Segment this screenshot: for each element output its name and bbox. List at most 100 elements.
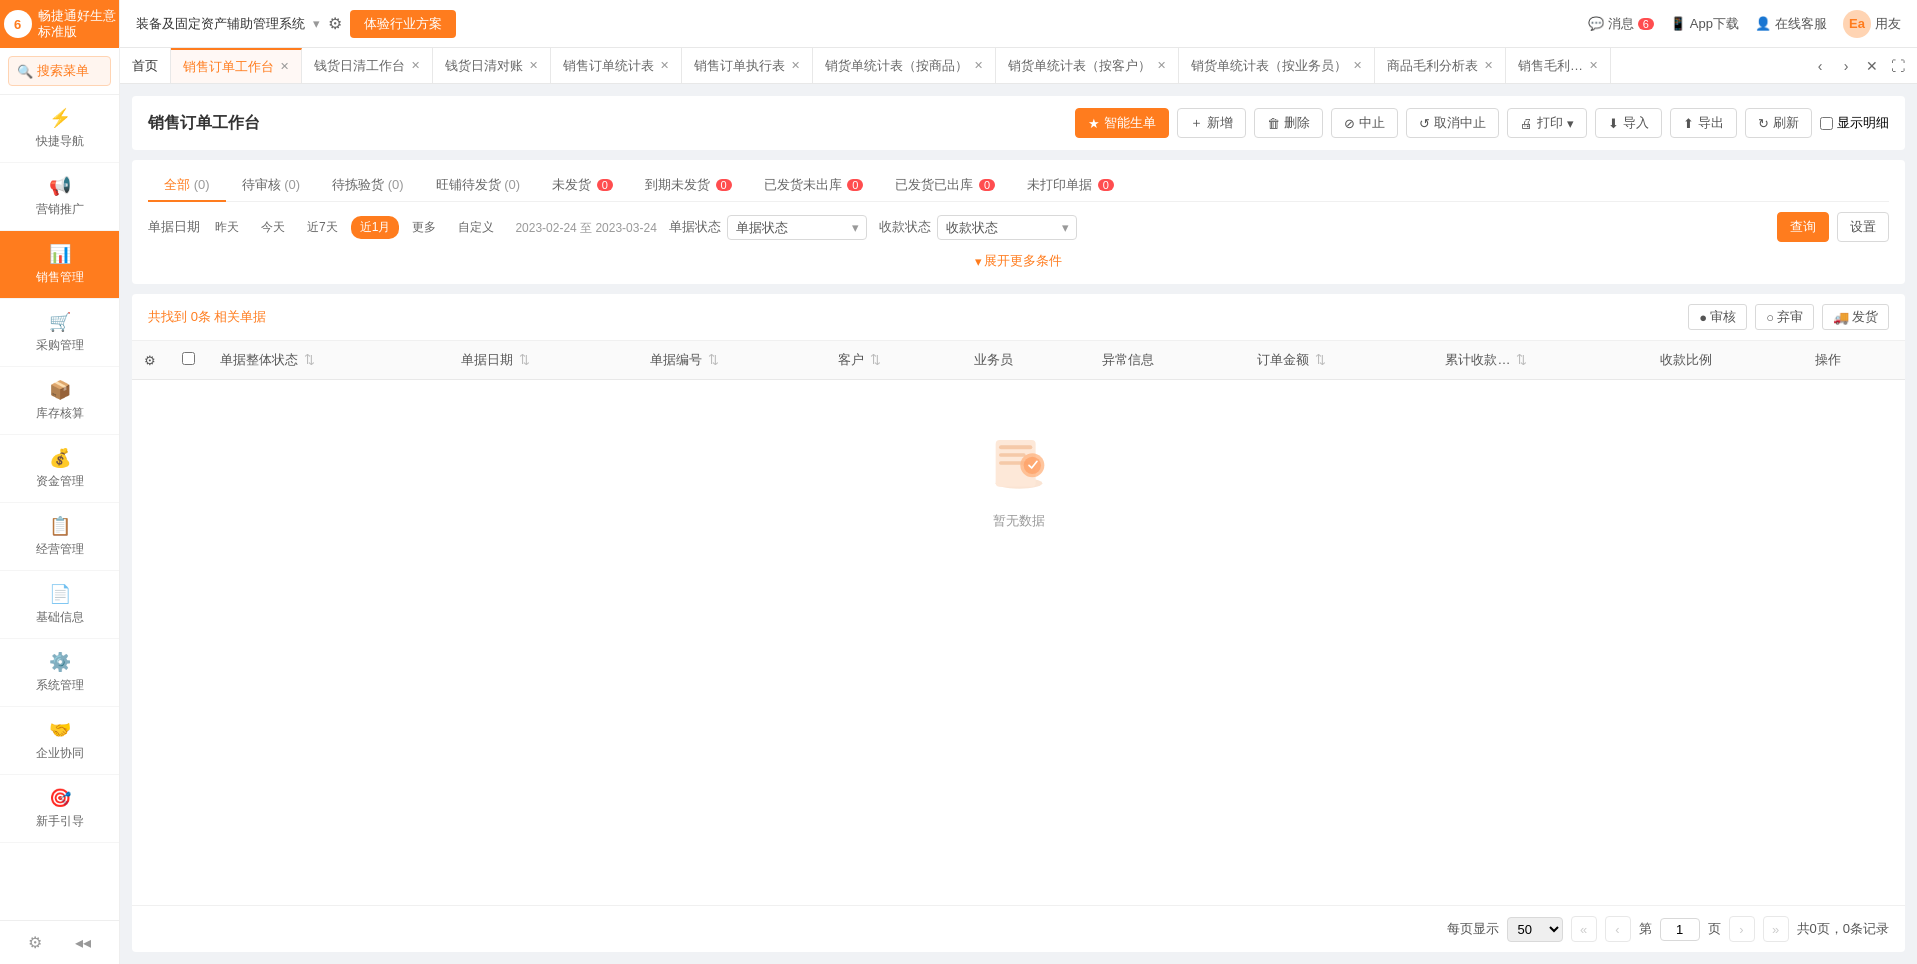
stop-button[interactable]: ⊘ 中止 — [1331, 108, 1398, 138]
tab-sales-stats[interactable]: 销售订单统计表 ✕ — [551, 48, 682, 83]
date-btn-more[interactable]: 更多 — [403, 216, 445, 239]
filter-tab-unshipped[interactable]: 未发货 0 — [536, 170, 629, 202]
show-detail-input[interactable] — [1820, 117, 1833, 130]
message-button[interactable]: 💬 消息 6 — [1588, 15, 1654, 33]
close-icon[interactable]: ✕ — [974, 59, 983, 72]
prev-page-button[interactable]: ‹ — [1605, 916, 1631, 942]
sidebar-item-nav[interactable]: ⚡ 快捷导航 — [0, 95, 119, 163]
close-icon[interactable]: ✕ — [791, 59, 800, 72]
tab-sales-customer[interactable]: 销货单统计表（按客户） ✕ — [996, 48, 1179, 83]
col-accumulated: 累计收款… ⇅ — [1433, 341, 1648, 380]
page-label: 第 — [1639, 920, 1652, 938]
export-button[interactable]: ⬆ 导出 — [1670, 108, 1737, 138]
print-button[interactable]: 🖨 打印 ▾ — [1507, 108, 1587, 138]
sidebar-item-guide[interactable]: 🎯 新手引导 — [0, 775, 119, 843]
tab-sales-exec[interactable]: 销售订单执行表 ✕ — [682, 48, 813, 83]
filter-tab-overdue[interactable]: 到期未发货 0 — [629, 170, 748, 202]
close-icon[interactable]: ✕ — [411, 59, 420, 72]
sidebar-item-system[interactable]: ⚙️ 系统管理 — [0, 639, 119, 707]
tab-home[interactable]: 首页 — [120, 48, 171, 83]
tabbar-controls: ‹ › ✕ ⛶ — [1801, 55, 1917, 77]
cancel-stop-button[interactable]: ↺ 取消中止 — [1406, 108, 1499, 138]
close-icon[interactable]: ✕ — [1589, 59, 1598, 72]
delete-button[interactable]: 🗑 删除 — [1254, 108, 1323, 138]
smart-create-button[interactable]: ★ 智能生单 — [1075, 108, 1169, 138]
tab-cash-reconcile[interactable]: 钱货日清对账 ✕ — [433, 48, 551, 83]
date-btn-yesterday[interactable]: 昨天 — [206, 216, 248, 239]
import-button[interactable]: ⬇ 导入 — [1595, 108, 1662, 138]
page-size-select[interactable]: 50 10 20 100 — [1507, 917, 1563, 942]
tab-sales-staff[interactable]: 销货单统计表（按业务员） ✕ — [1179, 48, 1375, 83]
ship-button[interactable]: 🚚 发货 — [1822, 304, 1889, 330]
close-icon[interactable]: ✕ — [1484, 59, 1493, 72]
search-icon: 🔍 — [17, 64, 33, 79]
refresh-button[interactable]: ↻ 刷新 — [1745, 108, 1812, 138]
sidebar-settings-btn[interactable]: ⚙ — [28, 933, 42, 952]
trial-button[interactable]: 体验行业方案 — [350, 10, 456, 38]
abandon-review-button[interactable]: ○ 弃审 — [1755, 304, 1814, 330]
sidebar-nav: ⚡ 快捷导航 📢 营销推广 📊 销售管理 🛒 采购管理 📦 库存核算 💰 资金管… — [0, 95, 119, 920]
add-button[interactable]: ＋ 新增 — [1177, 108, 1246, 138]
filter-tab-unprinted[interactable]: 未打印单据 0 — [1011, 170, 1130, 202]
filter-tab-all[interactable]: 全部 (0) — [148, 170, 226, 202]
close-icon[interactable]: ✕ — [1353, 59, 1362, 72]
filter-tab-pending-review[interactable]: 待审核 (0) — [226, 170, 317, 202]
date-btn-today[interactable]: 今天 — [252, 216, 294, 239]
close-icon[interactable]: ✕ — [1157, 59, 1166, 72]
receipt-select[interactable]: 收款状态 — [937, 215, 1077, 240]
svg-rect-3 — [999, 453, 1026, 456]
date-btn-custom[interactable]: 自定义 — [449, 216, 503, 239]
tab-close-all-btn[interactable]: ✕ — [1861, 55, 1883, 77]
tab-cash-daily[interactable]: 钱货日清工作台 ✕ — [302, 48, 433, 83]
date-btn-7days[interactable]: 近7天 — [298, 216, 347, 239]
tab-sales-goods[interactable]: 销货单统计表（按商品） ✕ — [813, 48, 996, 83]
query-button[interactable]: 查询 — [1777, 212, 1829, 242]
tab-sales-profit[interactable]: 销售毛利… ✕ — [1506, 48, 1611, 83]
date-btn-1month[interactable]: 近1月 — [351, 216, 400, 239]
settings-button[interactable]: 设置 — [1837, 212, 1889, 242]
filter-tab-wangpu[interactable]: 旺铺待发货 (0) — [420, 170, 537, 202]
close-icon[interactable]: ✕ — [529, 59, 538, 72]
filter-tab-shipped-no-out[interactable]: 已发货未出库 0 — [748, 170, 880, 202]
status-select[interactable]: 单据状态 — [727, 215, 867, 240]
review-button[interactable]: ● 审核 — [1688, 304, 1747, 330]
select-all-checkbox[interactable] — [182, 352, 195, 365]
sidebar-item-inventory[interactable]: 📦 库存核算 — [0, 367, 119, 435]
app-download-button[interactable]: 📱 App下载 — [1670, 15, 1739, 33]
user-menu[interactable]: Ea 用友 — [1843, 10, 1901, 38]
sidebar-item-finance[interactable]: 💰 资金管理 — [0, 435, 119, 503]
sidebar-item-operation[interactable]: 📋 经营管理 — [0, 503, 119, 571]
col-number: 单据编号 ⇅ — [638, 341, 827, 380]
print-icon: 🖨 — [1520, 116, 1533, 131]
refresh-icon: ↻ — [1758, 116, 1769, 131]
sidebar-item-purchase[interactable]: 🛒 采购管理 — [0, 299, 119, 367]
empty-state: 暂无数据 — [132, 380, 1905, 570]
show-detail-checkbox[interactable]: 显示明细 — [1820, 114, 1889, 132]
filter-tab-pending-check[interactable]: 待拣验货 (0) — [316, 170, 420, 202]
sidebar-item-sales[interactable]: 📊 销售管理 — [0, 231, 119, 299]
tab-scroll-prev-btn[interactable]: ‹ — [1809, 55, 1831, 77]
col-staff: 业务员 — [962, 341, 1090, 380]
tab-profit-analysis[interactable]: 商品毛利分析表 ✕ — [1375, 48, 1506, 83]
topbar-settings-icon[interactable]: ⚙ — [328, 14, 342, 33]
filter-tab-shipped-out[interactable]: 已发货已出库 0 — [879, 170, 1011, 202]
tab-label: 销售订单执行表 — [694, 57, 785, 75]
close-icon[interactable]: ✕ — [660, 59, 669, 72]
tab-sales-workbench[interactable]: 销售订单工作台 ✕ — [171, 48, 302, 83]
sidebar-item-base-info[interactable]: 📄 基础信息 — [0, 571, 119, 639]
online-service-button[interactable]: 👤 在线客服 — [1755, 15, 1827, 33]
page-number-input[interactable] — [1660, 918, 1700, 941]
tab-scroll-next-btn[interactable]: › — [1835, 55, 1857, 77]
page-title: 销售订单工作台 — [148, 113, 260, 134]
next-page-button[interactable]: › — [1729, 916, 1755, 942]
topbar: 装备及固定资产辅助管理系统 ▾ ⚙ 体验行业方案 💬 消息 6 📱 App下载 … — [120, 0, 1917, 48]
sidebar-item-marketing[interactable]: 📢 营销推广 — [0, 163, 119, 231]
last-page-button[interactable]: » — [1763, 916, 1789, 942]
sidebar-collapse-btn[interactable]: ◂◂ — [75, 933, 91, 952]
close-icon[interactable]: ✕ — [280, 60, 289, 73]
tab-fullscreen-btn[interactable]: ⛶ — [1887, 55, 1909, 77]
expand-conditions-button[interactable]: ▾ 展开更多条件 — [967, 248, 1070, 274]
sidebar-item-cooperation[interactable]: 🤝 企业协同 — [0, 707, 119, 775]
first-page-button[interactable]: « — [1571, 916, 1597, 942]
search-menu-button[interactable]: 🔍 搜索菜单 — [8, 56, 111, 86]
